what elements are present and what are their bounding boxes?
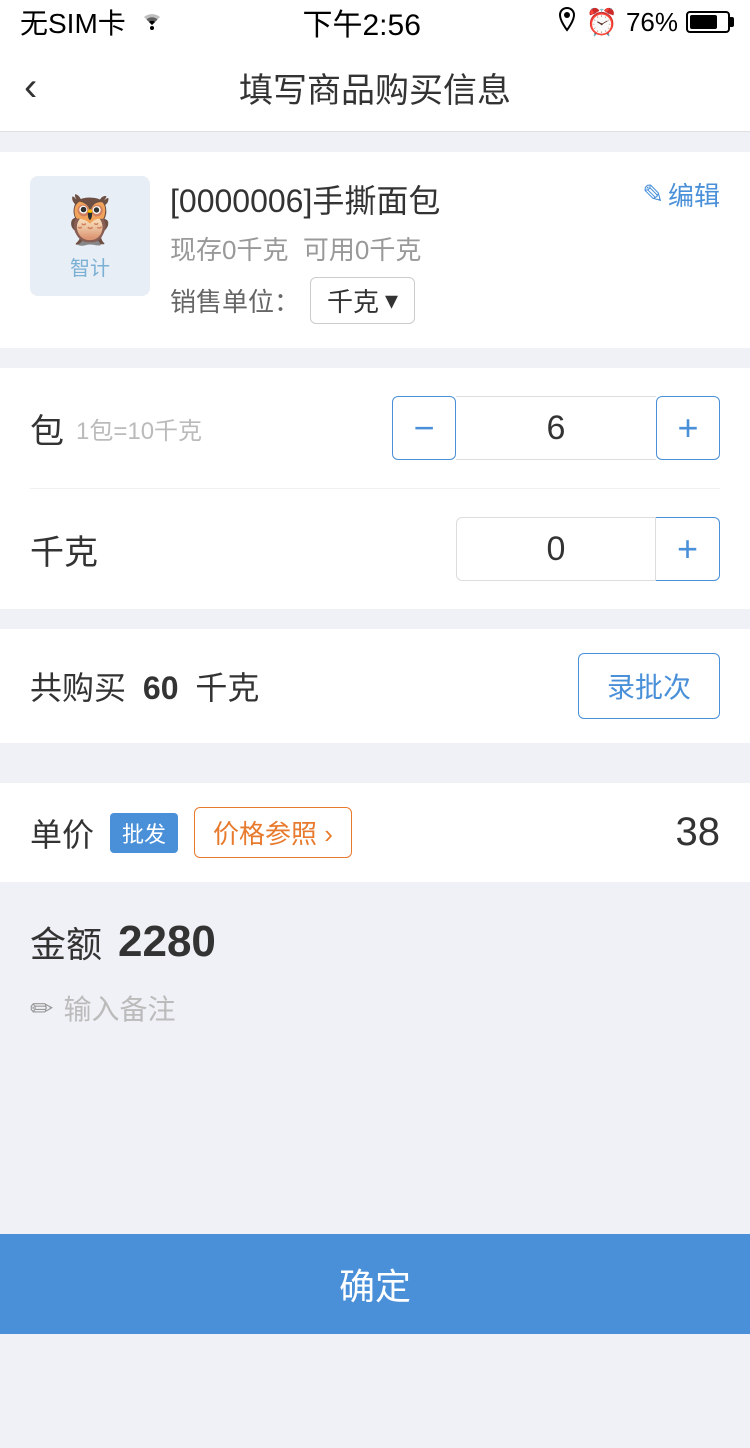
amount-label: 金额	[30, 916, 102, 968]
note-placeholder: 输入备注	[63, 988, 175, 1028]
quantity-kg-control: +	[456, 517, 720, 581]
status-bar: 无SIM卡 下午2:56 ⏰ 76%	[0, 0, 750, 44]
unit-selector[interactable]: 千克 ▾	[310, 277, 415, 324]
quantity-section: 包 1包=10千克 − + 千克 +	[0, 368, 750, 609]
total-value: 60	[143, 670, 179, 706]
price-ref-button[interactable]: 价格参照 ›	[194, 807, 352, 858]
quantity-bag-hint: 1包=10千克	[76, 411, 202, 446]
alarm-icon: ⏰	[586, 7, 618, 38]
battery-icon	[686, 11, 730, 33]
product-thumb-icon: 🦉	[60, 191, 120, 248]
quantity-bag-control: − +	[392, 396, 720, 460]
price-row: 单价 批发 价格参照 › 38	[30, 807, 720, 858]
quantity-kg-row: 千克 +	[30, 489, 720, 609]
battery-text: 76%	[626, 7, 678, 38]
amount-value: 2280	[118, 917, 216, 967]
pencil-icon: ✏	[30, 992, 53, 1025]
confirm-text: 确定	[339, 1258, 411, 1310]
wifi-icon	[136, 6, 168, 38]
product-thumb-label: 智计	[70, 252, 110, 281]
edit-button[interactable]: ✎ 编辑	[642, 176, 720, 213]
section-divider-2	[0, 743, 750, 763]
note-row[interactable]: ✏ 输入备注	[30, 978, 720, 1038]
location-icon	[556, 6, 578, 39]
product-thumbnail: 🦉 智计	[30, 176, 150, 296]
quantity-bag-row: 包 1包=10千克 − +	[30, 368, 720, 489]
carrier-text: 无SIM卡	[20, 2, 126, 42]
bag-minus-button[interactable]: −	[392, 396, 456, 460]
total-text: 共购买 60 千克	[30, 663, 259, 709]
bag-plus-button[interactable]: +	[656, 396, 720, 460]
status-time: 下午2:56	[302, 0, 420, 44]
page-title: 填写商品购买信息	[239, 63, 511, 112]
amount-section: 金额 2280 ✏ 输入备注	[0, 882, 750, 1048]
product-stock: 现存0千克 可用0千克	[170, 230, 720, 267]
price-section: 单价 批发 价格参照 › 38	[0, 783, 750, 882]
quantity-bag-label: 包 1包=10千克	[30, 404, 202, 453]
price-value: 38	[676, 810, 721, 855]
confirm-bar[interactable]: 确定	[0, 1234, 750, 1334]
status-right: ⏰ 76%	[556, 6, 730, 39]
kg-quantity-input[interactable]	[456, 517, 656, 581]
price-label: 单价	[30, 810, 94, 856]
total-section: 共购买 60 千克 录批次	[0, 629, 750, 743]
product-unit-row: 销售单位： 千克 ▾	[170, 277, 720, 324]
quantity-kg-label: 千克	[30, 525, 98, 574]
product-card: 🦉 智计 [0000006]手撕面包 ✎ 编辑 现存0千克 可用0千克 销售单位…	[0, 152, 750, 348]
section-divider-1	[0, 348, 750, 368]
kg-plus-button[interactable]: +	[656, 517, 720, 581]
edit-icon: ✎	[642, 179, 664, 210]
amount-row: 金额 2280	[30, 906, 720, 978]
nav-bar: ‹ 填写商品购买信息	[0, 44, 750, 132]
bag-quantity-input[interactable]	[456, 396, 656, 460]
back-button[interactable]: ‹	[24, 65, 37, 110]
product-info: [0000006]手撕面包 ✎ 编辑 现存0千克 可用0千克 销售单位： 千克 …	[170, 176, 720, 324]
status-left: 无SIM卡	[20, 2, 168, 42]
batch-button[interactable]: 录批次	[578, 653, 720, 719]
price-tag: 批发	[110, 813, 178, 853]
product-name: [0000006]手撕面包	[170, 176, 440, 222]
chevron-down-icon: ▾	[385, 285, 398, 316]
